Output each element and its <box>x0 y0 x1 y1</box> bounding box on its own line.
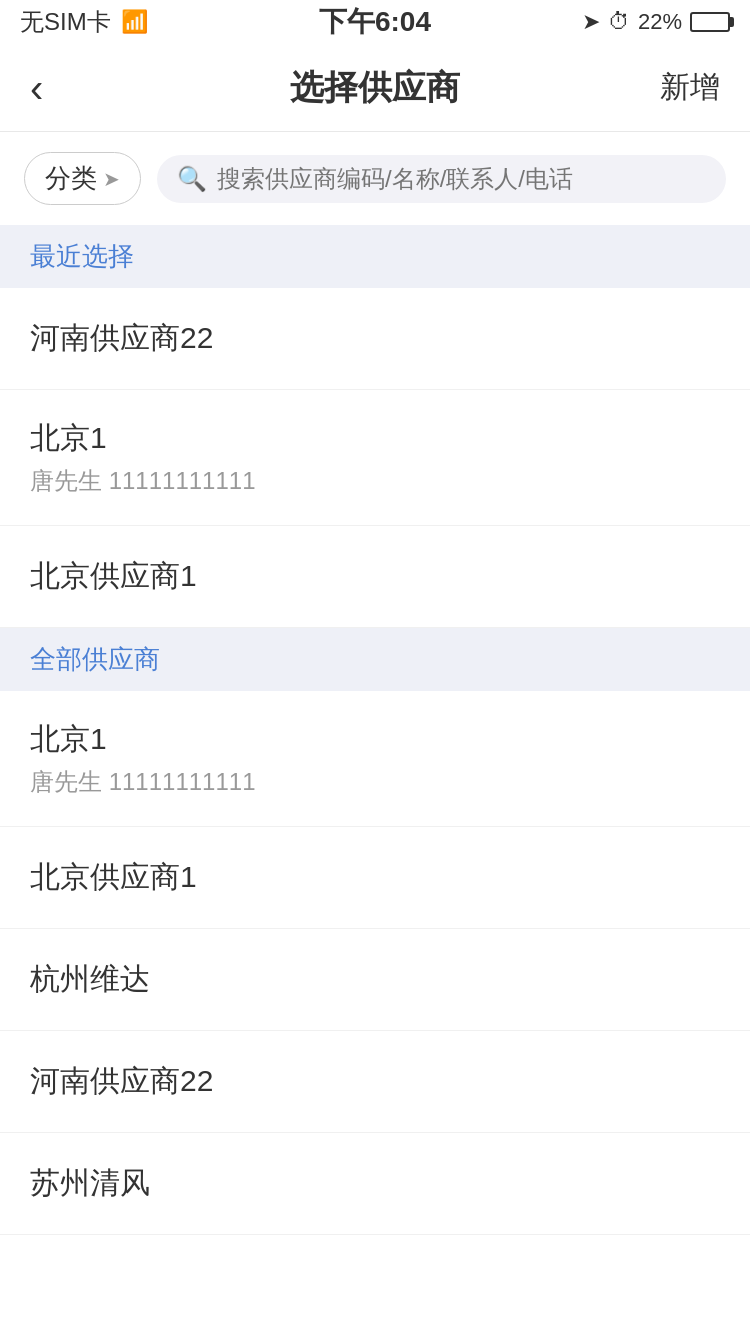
nav-bar: ‹ 选择供应商 新增 <box>0 44 750 132</box>
search-icon: 🔍 <box>177 165 207 193</box>
chevron-right-icon: ➤ <box>103 167 120 191</box>
list-item[interactable]: 杭州维达 <box>0 929 750 1031</box>
filter-bar: 分类 ➤ 🔍 <box>0 132 750 225</box>
battery-percent: 22% <box>638 9 682 35</box>
supplier-contact: 唐先生 11111111111 <box>30 465 720 497</box>
recent-section-label: 最近选择 <box>30 241 134 271</box>
list-item[interactable]: 北京1 唐先生 11111111111 <box>0 390 750 526</box>
search-box: 🔍 <box>157 155 726 203</box>
battery-icon <box>690 12 730 32</box>
supplier-name: 河南供应商22 <box>30 1061 720 1102</box>
supplier-name: 北京1 <box>30 719 720 760</box>
status-time: 下午6:04 <box>319 3 431 41</box>
back-button[interactable]: ‹ <box>30 68 43 108</box>
supplier-contact: 唐先生 11111111111 <box>30 766 720 798</box>
list-item[interactable]: 北京供应商1 <box>0 827 750 929</box>
supplier-name: 北京1 <box>30 418 720 459</box>
status-left: 无SIM卡 📶 <box>20 6 148 38</box>
all-section-header: 全部供应商 <box>0 628 750 691</box>
all-section-label: 全部供应商 <box>30 644 160 674</box>
recent-section-header: 最近选择 <box>0 225 750 288</box>
recent-list: 河南供应商22 北京1 唐先生 11111111111 北京供应商1 <box>0 288 750 628</box>
supplier-name: 北京供应商1 <box>30 857 720 898</box>
list-item[interactable]: 北京供应商1 <box>0 526 750 628</box>
status-bar: 无SIM卡 📶 下午6:04 ➤ ⏱ 22% <box>0 0 750 44</box>
list-item[interactable]: 北京1 唐先生 11111111111 <box>0 691 750 827</box>
page-title: 选择供应商 <box>290 65 460 111</box>
supplier-name: 河南供应商22 <box>30 318 720 359</box>
all-suppliers-list: 北京1 唐先生 11111111111 北京供应商1 杭州维达河南供应商22 苏州清风 <box>0 691 750 1235</box>
alarm-icon: ⏱ <box>608 9 630 35</box>
add-button[interactable]: 新增 <box>660 67 720 108</box>
location-icon: ➤ <box>582 9 600 35</box>
supplier-name: 苏州清风 <box>30 1163 720 1204</box>
status-right: ➤ ⏱ 22% <box>582 9 730 35</box>
supplier-name: 北京供应商1 <box>30 556 720 597</box>
wifi-icon: 📶 <box>121 9 148 35</box>
list-item[interactable]: 河南供应商22 <box>0 288 750 390</box>
list-item[interactable]: 苏州清风 <box>0 1133 750 1235</box>
list-item[interactable]: 河南供应商22 <box>0 1031 750 1133</box>
category-label: 分类 <box>45 161 97 196</box>
carrier-label: 无SIM卡 <box>20 6 111 38</box>
category-button[interactable]: 分类 ➤ <box>24 152 141 205</box>
supplier-name: 杭州维达 <box>30 959 720 1000</box>
search-input[interactable] <box>217 165 706 193</box>
